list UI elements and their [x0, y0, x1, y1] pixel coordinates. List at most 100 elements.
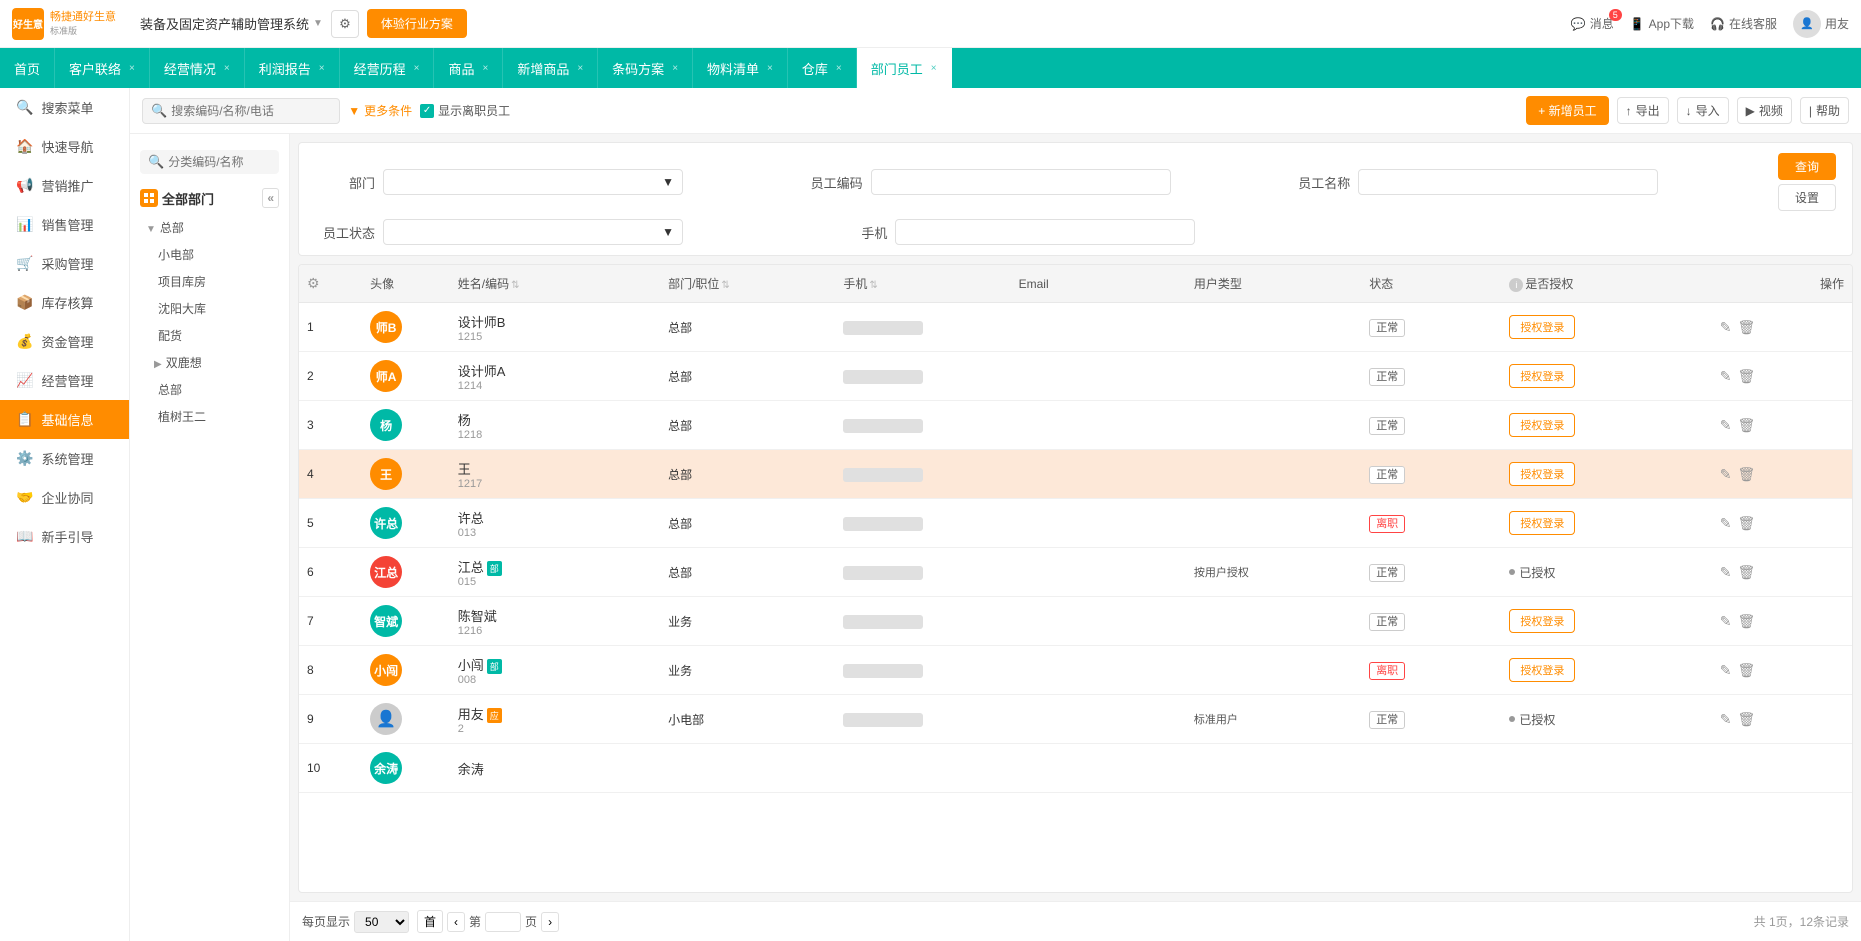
dept-node[interactable]: 项目库房 — [130, 268, 289, 295]
collapse-button[interactable]: « — [262, 188, 279, 208]
edit-button[interactable]: ✎ — [1720, 662, 1732, 679]
nav-tab-新增商品[interactable]: 新增商品× — [503, 48, 598, 88]
dept-select[interactable]: ▼ — [383, 169, 683, 195]
dept-node[interactable]: 总部 — [130, 376, 289, 403]
sidebar-item-operations[interactable]: 📈 经营管理 — [0, 361, 129, 400]
show-resigned-toggle[interactable]: ✓ 显示离职员工 — [420, 102, 510, 119]
dept-node[interactable]: 配货 — [130, 322, 289, 349]
edit-button[interactable]: ✎ — [1720, 613, 1732, 630]
sidebar-item-inventory[interactable]: 📦 库存核算 — [0, 283, 129, 322]
per-page-select[interactable]: 50 20 100 — [354, 911, 409, 933]
delete-button[interactable]: 🗑 — [1737, 368, 1755, 385]
delete-button[interactable]: 🗑 — [1737, 417, 1755, 434]
dept-search-input[interactable] — [168, 155, 248, 169]
edit-button[interactable]: ✎ — [1720, 711, 1732, 728]
query-button[interactable]: 查询 — [1778, 153, 1836, 180]
search-input[interactable] — [171, 104, 331, 118]
user-menu-button[interactable]: 👤 用友 — [1793, 10, 1849, 38]
nav-tab-首页[interactable]: 首页 — [0, 48, 55, 88]
sidebar-item-finance[interactable]: 💰 资金管理 — [0, 322, 129, 361]
close-tab-icon[interactable]: × — [577, 63, 583, 74]
sidebar-item-system[interactable]: ⚙️ 系统管理 — [0, 439, 129, 478]
delete-button[interactable]: 🗑 — [1737, 711, 1755, 728]
auth-login-button[interactable]: 授权登录 — [1509, 511, 1575, 535]
nav-tab-物料清单[interactable]: 物料清单× — [693, 48, 788, 88]
phone-input[interactable] — [895, 219, 1195, 245]
auth-login-button[interactable]: 授权登录 — [1509, 609, 1575, 633]
delete-button[interactable]: 🗑 — [1737, 662, 1755, 679]
th-dept[interactable]: 部门/职位⇅ — [660, 265, 835, 303]
sidebar-item-search-menu[interactable]: 🔍 搜索菜单 — [0, 88, 129, 127]
th-settings[interactable]: ⚙ — [299, 265, 362, 303]
nav-tab-经营历程[interactable]: 经营历程× — [340, 48, 435, 88]
nav-tab-商品[interactable]: 商品× — [434, 48, 503, 88]
delete-button[interactable]: 🗑 — [1737, 613, 1755, 630]
close-tab-icon[interactable]: × — [129, 63, 135, 74]
nav-tab-仓库[interactable]: 仓库× — [788, 48, 857, 88]
status-select[interactable]: ▼ — [383, 219, 683, 245]
dept-node[interactable]: ▶ 双鹿想 — [130, 349, 289, 376]
delete-button[interactable]: 🗑 — [1737, 564, 1755, 581]
sidebar-item-marketing[interactable]: 📢 营销推广 — [0, 166, 129, 205]
all-departments-button[interactable]: 全部部门 « — [130, 182, 289, 214]
sidebar-item-basic-info[interactable]: 📋 基础信息 — [0, 400, 129, 439]
sidebar-item-enterprise[interactable]: 🤝 企业协同 — [0, 478, 129, 517]
sidebar-item-quick-nav[interactable]: 🏠 快速导航 — [0, 127, 129, 166]
help-button[interactable]: | 帮助 — [1800, 97, 1849, 124]
more-filter-button[interactable]: ▼ 更多条件 — [348, 102, 412, 119]
dept-node[interactable]: 植树王二 — [130, 403, 289, 430]
edit-button[interactable]: ✎ — [1720, 368, 1732, 385]
close-tab-icon[interactable]: × — [414, 63, 420, 74]
delete-button[interactable]: 🗑 — [1737, 319, 1755, 336]
messages-button[interactable]: 💬 消息 5 — [1571, 15, 1614, 32]
dept-node[interactable]: 沈阳大库 — [130, 295, 289, 322]
emp-name-input[interactable] — [1358, 169, 1658, 195]
sidebar-item-sales[interactable]: 📊 销售管理 — [0, 205, 129, 244]
close-tab-icon[interactable]: × — [224, 63, 230, 74]
dept-node[interactable]: 小电部 — [130, 241, 289, 268]
emp-code-input[interactable] — [871, 169, 1171, 195]
online-service-button[interactable]: 🎧 在线客服 — [1710, 15, 1777, 32]
search-box[interactable]: 🔍 — [142, 98, 340, 124]
close-tab-icon[interactable]: × — [672, 63, 678, 74]
view-button[interactable]: ▶ 视频 — [1737, 97, 1792, 124]
prev-page-button[interactable]: ‹ — [447, 912, 465, 932]
dropdown-arrow-icon[interactable]: ▼ — [313, 18, 323, 29]
auth-login-button[interactable]: 授权登录 — [1509, 658, 1575, 682]
auth-login-button[interactable]: 授权登录 — [1509, 462, 1575, 486]
dept-search[interactable]: 🔍 — [140, 150, 279, 174]
auth-login-button[interactable]: 授权登录 — [1509, 315, 1575, 339]
nav-tab-条码方案[interactable]: 条码方案× — [598, 48, 693, 88]
close-tab-icon[interactable]: × — [836, 63, 842, 74]
edit-button[interactable]: ✎ — [1720, 515, 1732, 532]
close-tab-icon[interactable]: × — [931, 63, 937, 74]
edit-button[interactable]: ✎ — [1720, 466, 1732, 483]
set-button[interactable]: 设置 — [1778, 184, 1836, 211]
nav-tab-经营情况[interactable]: 经营情况× — [150, 48, 245, 88]
add-employee-button[interactable]: + 新增员工 — [1526, 96, 1608, 125]
th-phone[interactable]: 手机⇅ — [835, 265, 1010, 303]
dept-node[interactable]: ▼ 总部 — [130, 214, 289, 241]
auth-login-button[interactable]: 授权登录 — [1509, 413, 1575, 437]
edit-button[interactable]: ✎ — [1720, 417, 1732, 434]
edit-button[interactable]: ✎ — [1720, 564, 1732, 581]
import-button[interactable]: ↓ 导入 — [1677, 97, 1729, 124]
delete-button[interactable]: 🗑 — [1737, 466, 1755, 483]
page-input[interactable]: 1 — [485, 912, 521, 932]
nav-tab-部门员工[interactable]: 部门员工× — [857, 48, 952, 88]
delete-button[interactable]: 🗑 — [1737, 515, 1755, 532]
nav-tab-客户联络[interactable]: 客户联络× — [55, 48, 150, 88]
nav-tab-利润报告[interactable]: 利润报告× — [245, 48, 340, 88]
next-page-button[interactable]: › — [541, 912, 559, 932]
app-download-button[interactable]: 📱 App下载 — [1630, 15, 1694, 32]
sidebar-item-purchase[interactable]: 🛒 采购管理 — [0, 244, 129, 283]
close-tab-icon[interactable]: × — [482, 63, 488, 74]
auth-login-button[interactable]: 授权登录 — [1509, 364, 1575, 388]
export-button[interactable]: ↑ 导出 — [1617, 97, 1669, 124]
th-name[interactable]: 姓名/编码⇅ — [450, 265, 660, 303]
close-tab-icon[interactable]: × — [767, 63, 773, 74]
edit-button[interactable]: ✎ — [1720, 319, 1732, 336]
first-page-button[interactable]: 首 — [417, 910, 443, 933]
trial-button[interactable]: 体验行业方案 — [367, 9, 467, 38]
sidebar-item-guide[interactable]: 📖 新手引导 — [0, 517, 129, 556]
